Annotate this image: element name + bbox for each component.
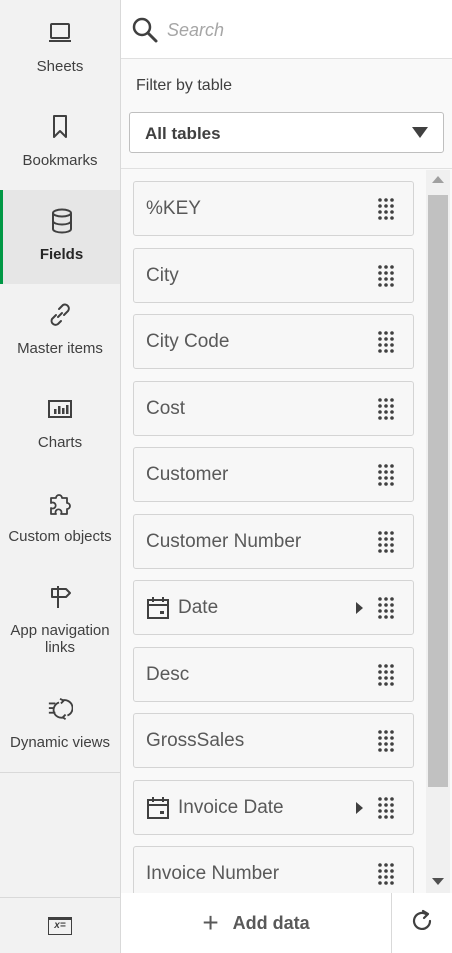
filter-label: Filter by table — [136, 77, 233, 94]
field-item[interactable]: City — [133, 248, 414, 303]
drag-handle-icon[interactable] — [377, 197, 395, 226]
expand-arrow-icon[interactable] — [356, 802, 363, 814]
reload-icon — [409, 908, 435, 939]
add-data-label: Add data — [232, 912, 310, 933]
bookmark-icon — [47, 114, 73, 140]
variable-icon: x= — [48, 916, 72, 935]
field-name: City Code — [146, 331, 230, 352]
drag-handle-icon[interactable] — [377, 330, 395, 359]
puzzle-icon — [47, 490, 73, 516]
plus-icon: + — [202, 907, 219, 938]
field-item[interactable]: Cost — [133, 381, 414, 436]
field-name: %KEY — [146, 198, 201, 219]
nav-item-bookmarks[interactable]: Bookmarks — [0, 96, 120, 190]
drag-handle-icon[interactable] — [377, 663, 395, 692]
nav-item-label: App navigation links — [10, 622, 110, 656]
table-filter-value: All tables — [145, 124, 221, 143]
field-item[interactable]: %KEY — [133, 181, 414, 236]
assets-panel: Sheets Bookmarks Fields Master items Cha — [0, 0, 452, 953]
drag-handle-icon[interactable] — [377, 530, 395, 559]
drag-handle-icon[interactable] — [377, 397, 395, 426]
database-icon — [49, 208, 75, 234]
nav-item-custom-objects[interactable]: Custom objects — [0, 472, 120, 566]
dynamic-views-icon — [47, 696, 73, 722]
field-item[interactable]: Customer — [133, 447, 414, 502]
nav-item-label: Charts — [37, 434, 83, 451]
drag-handle-icon[interactable] — [377, 264, 395, 293]
scroll-up-arrow-icon[interactable] — [432, 176, 444, 183]
calendar-icon — [146, 596, 170, 625]
drag-handle-icon[interactable] — [377, 729, 395, 758]
table-filter-dropdown[interactable]: All tables — [129, 112, 444, 153]
expand-arrow-icon[interactable] — [356, 602, 363, 614]
chevron-down-icon — [412, 127, 428, 138]
reload-button[interactable] — [392, 893, 452, 953]
field-item[interactable]: Invoice Date — [133, 780, 414, 835]
field-item[interactable]: Date — [133, 580, 414, 635]
field-item[interactable]: Customer Number — [133, 514, 414, 569]
bar-chart-icon — [47, 396, 73, 422]
field-item[interactable]: City Code — [133, 314, 414, 369]
search-input[interactable] — [167, 17, 437, 43]
field-name: Invoice Date — [178, 797, 284, 818]
field-name: Customer — [146, 464, 229, 485]
field-name: Cost — [146, 398, 186, 419]
nav-item-master-items[interactable]: Master items — [0, 284, 120, 378]
nav-item-label: Sheets — [36, 58, 84, 75]
nav-item-label: Fields — [39, 246, 84, 263]
nav-item-label: Bookmarks — [22, 152, 98, 169]
field-name: Date — [178, 597, 219, 618]
drag-handle-icon[interactable] — [377, 862, 395, 891]
calendar-icon — [146, 796, 170, 825]
scrollbar-thumb[interactable] — [428, 195, 448, 787]
drag-handle-icon[interactable] — [377, 596, 395, 625]
drag-handle-icon[interactable] — [377, 463, 395, 492]
field-name: Desc — [146, 664, 190, 685]
scrollbar[interactable] — [426, 170, 450, 893]
drag-handle-icon[interactable] — [377, 796, 395, 825]
field-name: City — [146, 265, 179, 286]
search-bar — [121, 0, 452, 59]
nav-item-sheets[interactable]: Sheets — [0, 0, 120, 96]
asset-nav: Sheets Bookmarks Fields Master items Cha — [0, 0, 121, 953]
field-item[interactable]: GrossSales — [133, 713, 414, 768]
nav-item-fields[interactable]: Fields — [0, 190, 120, 284]
signpost-icon — [47, 584, 73, 610]
nav-item-charts[interactable]: Charts — [0, 378, 120, 472]
field-name: GrossSales — [146, 730, 245, 751]
link-icon — [47, 302, 73, 328]
field-list: %KEY City City Code Cost Customer Customer Nu… — [133, 181, 414, 893]
field-item[interactable]: Invoice Number — [133, 846, 414, 893]
list-divider — [121, 168, 452, 169]
nav-item-dynamic-views[interactable]: Dynamic views — [0, 678, 120, 772]
field-name: Customer Number — [146, 531, 302, 552]
scroll-down-arrow-icon[interactable] — [432, 878, 444, 885]
add-data-button[interactable]: + Add data — [121, 893, 391, 953]
sheet-icon — [47, 20, 73, 46]
nav-divider — [0, 772, 120, 773]
fields-panel: Filter by table All tables %KEY City City … — [121, 0, 452, 953]
variables-button[interactable]: x= — [0, 897, 120, 953]
nav-item-label: Master items — [17, 340, 103, 357]
search-icon — [131, 16, 159, 49]
nav-item-label: Dynamic views — [9, 734, 111, 751]
nav-item-app-navigation-links[interactable]: App navigation links — [0, 566, 120, 678]
panel-footer: + Add data — [121, 893, 452, 953]
field-name: Invoice Number — [146, 863, 280, 884]
nav-item-label: Custom objects — [8, 528, 112, 545]
field-item[interactable]: Desc — [133, 647, 414, 702]
